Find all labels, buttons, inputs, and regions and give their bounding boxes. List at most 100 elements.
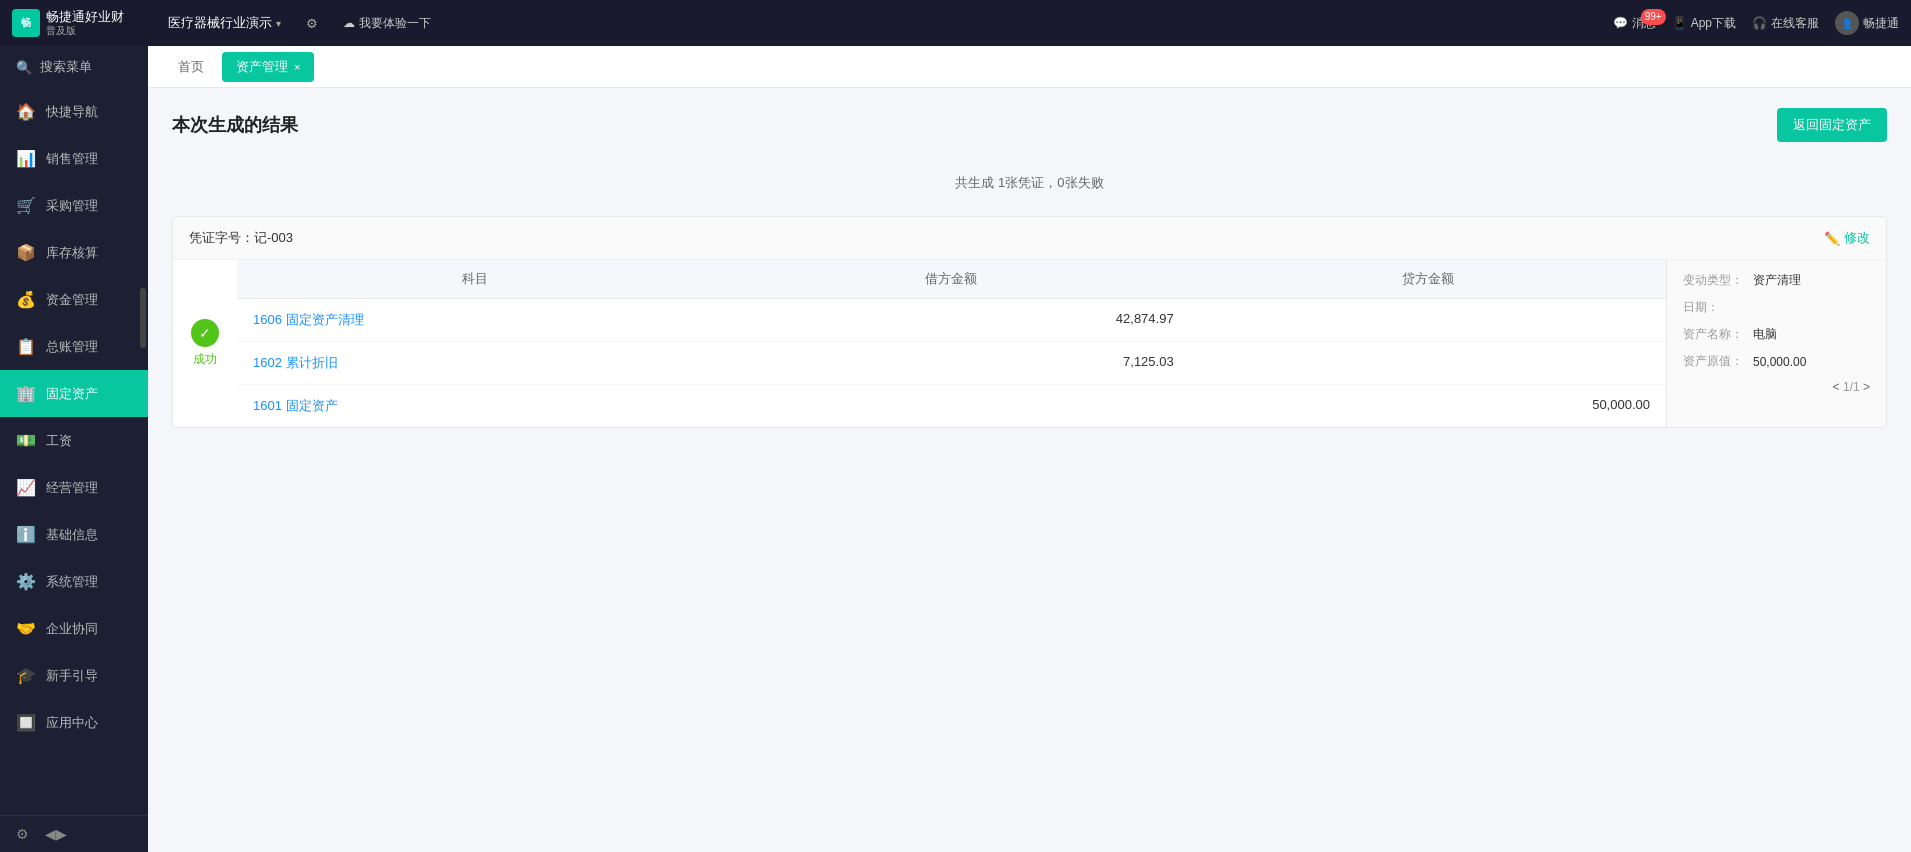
table-row: 1602 累计折旧 7,125.03	[237, 342, 1666, 385]
table-row: 1601 固定资产 50,000.00	[237, 385, 1666, 427]
cooperation-icon: 🤝	[16, 619, 36, 638]
company-selector[interactable]: 医疗器械行业演示 ▾	[160, 10, 289, 36]
subject-cell-1[interactable]: 1606 固定资产清理	[237, 299, 713, 341]
home-icon: 🏠	[16, 102, 36, 121]
service-icon: 🎧	[1752, 16, 1767, 30]
fixed-assets-icon: 🏢	[16, 384, 36, 403]
app-edition: 普及版	[46, 25, 124, 37]
search-label: 搜索菜单	[40, 58, 92, 76]
success-icon: ✓	[191, 319, 219, 347]
scroll-indicator	[140, 288, 146, 348]
voucher-table: ✓ 成功 科目 借方金额 贷方金额	[173, 260, 1886, 427]
sidebar-label-cooperation: 企业协同	[46, 620, 98, 638]
sidebar-item-sales[interactable]: 📊 销售管理	[0, 135, 148, 182]
date-label: 日期：	[1683, 299, 1753, 316]
sidebar-label-guide: 新手引导	[46, 667, 98, 685]
next-page-button[interactable]: >	[1863, 380, 1870, 394]
settings-button[interactable]: ⚙	[297, 8, 327, 38]
fund-icon: 💰	[16, 290, 36, 309]
debit-cell-2: 7,125.03	[713, 342, 1189, 384]
sidebar-label-basic-info: 基础信息	[46, 526, 98, 544]
subject-cell-2[interactable]: 1602 累计折旧	[237, 342, 713, 384]
chevron-down-icon: ▾	[276, 18, 281, 29]
app-logo-icon: 畅	[12, 9, 40, 37]
app-download-button[interactable]: 📱 App下载	[1672, 15, 1736, 32]
user-name: 畅捷通	[1863, 15, 1899, 32]
edit-label: 修改	[1844, 229, 1870, 247]
voucher-card: 凭证字号：记-003 ✏️ 修改 ✓ 成功	[172, 216, 1887, 428]
sidebar-label-app-center: 应用中心	[46, 714, 98, 732]
page-content: 本次生成的结果 返回固定资产 共生成 1张凭证，0张失败 凭证字号：记-003 …	[148, 88, 1911, 852]
voucher-number: 凭证字号：记-003	[189, 229, 293, 247]
sidebar-search[interactable]: 🔍 搜索菜单	[0, 46, 148, 88]
tab-asset-management[interactable]: 资产管理 ×	[222, 52, 314, 82]
cloud-icon: ☁	[343, 16, 355, 30]
tab-home-label: 首页	[178, 58, 204, 76]
tabs-bar: 首页 资产管理 ×	[148, 46, 1911, 88]
credit-cell-3: 50,000.00	[1190, 385, 1666, 427]
sidebar-label-fund: 资金管理	[46, 291, 98, 309]
table-row: 1606 固定资产清理 42,874.97	[237, 299, 1666, 342]
sidebar-item-app-center[interactable]: 🔲 应用中心	[0, 699, 148, 746]
gear-icon[interactable]: ⚙	[16, 826, 29, 842]
edit-icon: ✏️	[1824, 231, 1840, 246]
sidebar-item-purchase[interactable]: 🛒 采购管理	[0, 182, 148, 229]
sidebar-item-ledger[interactable]: 📋 总账管理	[0, 323, 148, 370]
sidebar-item-system[interactable]: ⚙️ 系统管理	[0, 558, 148, 605]
logo-text: 畅捷通好业财 普及版	[46, 9, 124, 37]
basic-info-icon: ℹ️	[16, 525, 36, 544]
company-name: 医疗器械行业演示	[168, 14, 272, 32]
app-name: 畅捷通好业财	[46, 9, 124, 25]
side-info-panel: 变动类型： 资产清理 日期： 资产名称： 电脑 资产原值：	[1666, 260, 1886, 427]
pagination: < 1/1 >	[1683, 380, 1870, 394]
sidebar-item-guide[interactable]: 🎓 新手引导	[0, 652, 148, 699]
avatar: 👤	[1835, 11, 1859, 35]
col-credit-header: 贷方金额	[1190, 260, 1666, 298]
subject-cell-3[interactable]: 1601 固定资产	[237, 385, 713, 427]
guide-icon: 🎓	[16, 666, 36, 685]
header-right: 💬 消息 99+ 📱 App下载 🎧 在线客服 👤 畅捷通	[1613, 11, 1899, 35]
system-icon: ⚙️	[16, 572, 36, 591]
purchase-icon: 🛒	[16, 196, 36, 215]
download-icon: 📱	[1672, 16, 1687, 30]
collapse-icon[interactable]: ◀▶	[45, 826, 67, 842]
message-button[interactable]: 💬 消息 99+	[1613, 15, 1656, 32]
date-row: 日期：	[1683, 299, 1870, 316]
sidebar-item-quick-nav[interactable]: 🏠 快捷导航	[0, 88, 148, 135]
message-badge: 99+	[1641, 9, 1666, 25]
prev-page-button[interactable]: <	[1833, 380, 1840, 394]
change-type-row: 变动类型： 资产清理	[1683, 272, 1870, 289]
app-center-icon: 🔲	[16, 713, 36, 732]
sidebar-item-inventory[interactable]: 📦 库存核算	[0, 229, 148, 276]
status-column: ✓ 成功	[173, 260, 237, 427]
credit-cell-1	[1190, 299, 1666, 341]
col-debit-header: 借方金额	[713, 260, 1189, 298]
return-button[interactable]: 返回固定资产	[1777, 108, 1887, 142]
sidebar-item-cooperation[interactable]: 🤝 企业协同	[0, 605, 148, 652]
credit-cell-2	[1190, 342, 1666, 384]
sidebar-item-fixed-assets[interactable]: 🏢 固定资产	[0, 370, 148, 417]
sidebar-item-fund[interactable]: 💰 资金管理	[0, 276, 148, 323]
online-service-label: 在线客服	[1771, 15, 1819, 32]
edit-button[interactable]: ✏️ 修改	[1824, 229, 1870, 247]
result-info: 共生成 1张凭证，0张失败	[172, 162, 1887, 204]
sidebar-item-operations[interactable]: 📈 经营管理	[0, 464, 148, 511]
change-type-value: 资产清理	[1753, 272, 1801, 289]
search-icon: 🔍	[16, 60, 32, 75]
asset-name-label: 资产名称：	[1683, 326, 1753, 343]
experience-label: 我要体验一下	[359, 15, 431, 32]
table-header: 科目 借方金额 贷方金额	[237, 260, 1666, 299]
page-header: 本次生成的结果 返回固定资产	[172, 108, 1887, 142]
message-icon: 💬	[1613, 16, 1628, 30]
sales-icon: 📊	[16, 149, 36, 168]
top-header: 畅 畅捷通好业财 普及版 医疗器械行业演示 ▾ ⚙ ☁ 我要体验一下 💬 消息 …	[0, 0, 1911, 46]
sidebar-label-quick-nav: 快捷导航	[46, 103, 98, 121]
online-service-button[interactable]: 🎧 在线客服	[1752, 15, 1819, 32]
sidebar-item-basic-info[interactable]: ℹ️ 基础信息	[0, 511, 148, 558]
voucher-main-table: 科目 借方金额 贷方金额 1606 固定资产清理 42,874.97	[237, 260, 1666, 427]
tab-home[interactable]: 首页	[164, 52, 218, 82]
user-area[interactable]: 👤 畅捷通	[1835, 11, 1899, 35]
tab-close-button[interactable]: ×	[294, 61, 300, 73]
sidebar-item-salary[interactable]: 💵 工资	[0, 417, 148, 464]
experience-button[interactable]: ☁ 我要体验一下	[335, 11, 439, 36]
